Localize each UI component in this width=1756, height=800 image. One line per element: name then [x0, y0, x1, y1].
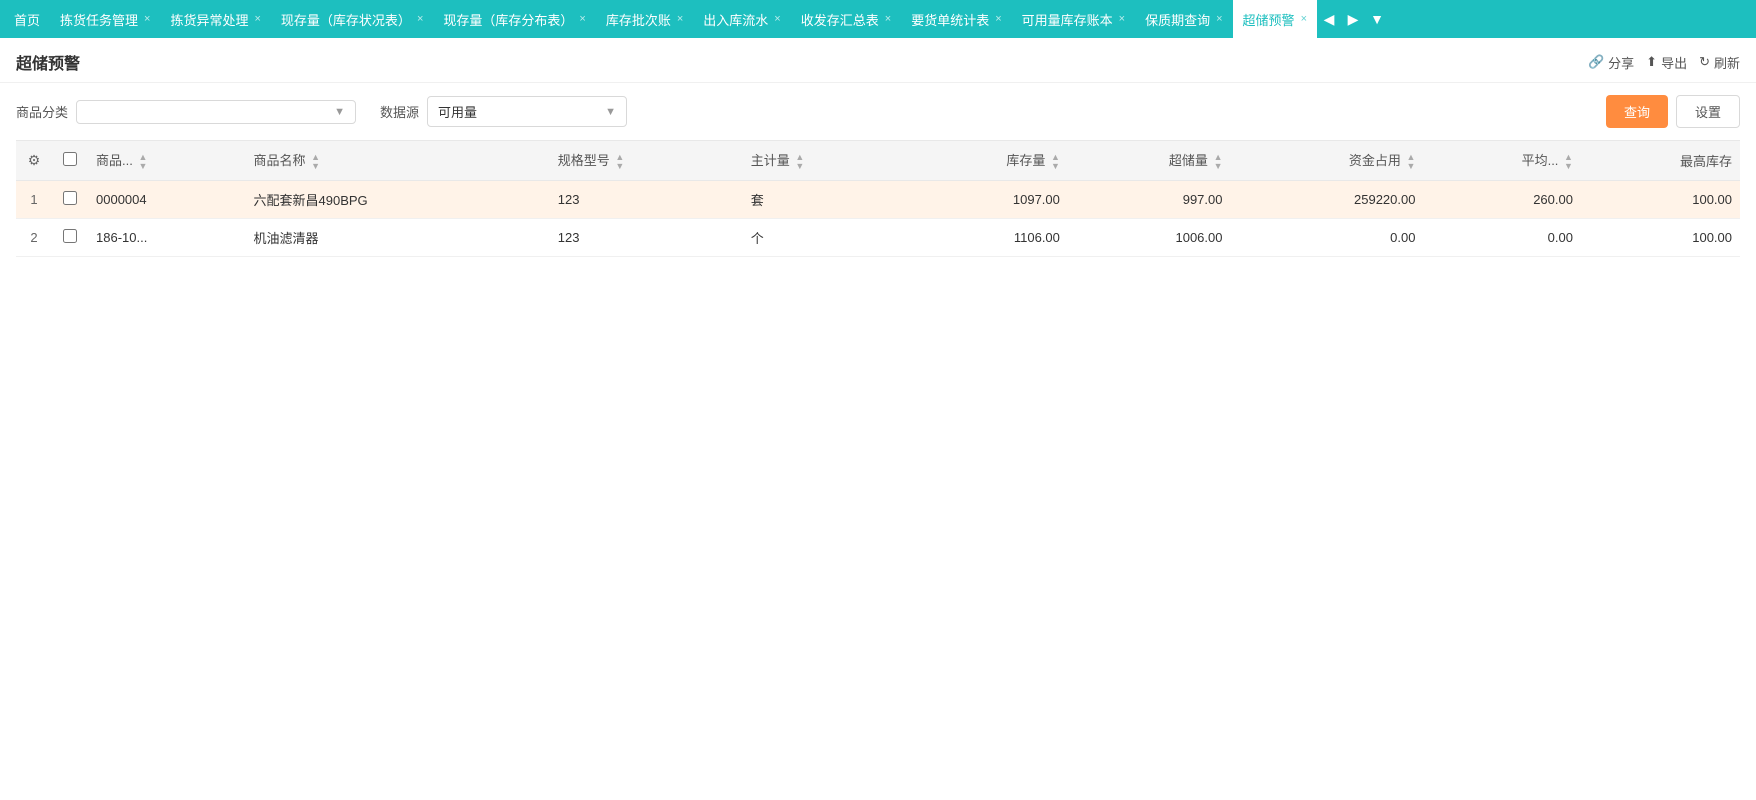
table-header-row: ⚙ 商品... ▲▼ 商品名称 ▲▼ 规格型号 ▲▼ 主计 [16, 141, 1740, 181]
page-header: 超储预警 🔗 分享 ⬆ 导出 ↻ 刷新 [0, 38, 1756, 83]
nav-tab-home[interactable]: 首页 [4, 0, 50, 38]
row-avg: 260.00 [1423, 180, 1581, 218]
th-code[interactable]: 商品... ▲▼ [88, 141, 246, 181]
nav-tab-batch[interactable]: 库存批次账 × [596, 0, 693, 38]
close-icon[interactable]: × [254, 13, 260, 25]
export-button[interactable]: ⬆ 导出 [1646, 53, 1687, 72]
close-icon[interactable]: × [1119, 13, 1125, 25]
nav-tab-task[interactable]: 拣货任务管理 × [50, 0, 160, 38]
table-row: 1 0000004 六配套新昌490BPG 123 套 1097.00 997.… [16, 180, 1740, 218]
settings-button[interactable]: 设置 [1676, 95, 1740, 128]
nav-tab-overstock[interactable]: 超储预警 × [1233, 0, 1317, 38]
th-stock[interactable]: 库存量 ▲▼ [905, 141, 1068, 181]
query-button[interactable]: 查询 [1606, 95, 1668, 128]
nav-tab-order-stats[interactable]: 要货单统计表 × [901, 0, 1011, 38]
row-spec: 123 [550, 180, 743, 218]
nav-tab-available-stock[interactable]: 可用量库存账本 × [1012, 0, 1135, 38]
share-icon: 🔗 [1588, 54, 1604, 70]
sort-arrows-icon: ▲▼ [138, 153, 147, 171]
product-category-label: 商品分类 [16, 102, 68, 121]
close-icon[interactable]: × [885, 13, 891, 25]
filter-bar: 商品分类 ▼ 数据源 可用量 ▼ 查询 设置 [0, 83, 1756, 140]
row-checkbox[interactable] [63, 191, 77, 205]
overstock-table: ⚙ 商品... ▲▼ 商品名称 ▲▼ 规格型号 ▲▼ 主计 [16, 140, 1740, 257]
page-title: 超储预警 [16, 50, 80, 74]
row-max-stock: 100.00 [1581, 180, 1740, 218]
nav-tab-inout[interactable]: 出入库流水 × [693, 0, 790, 38]
row-max-stock: 100.00 [1581, 218, 1740, 256]
sort-arrows-icon: ▲▼ [1051, 153, 1060, 171]
row-code: 0000004 [88, 180, 246, 218]
row-num: 1 [16, 180, 52, 218]
th-capital[interactable]: 资金占用 ▲▼ [1230, 141, 1423, 181]
sort-arrows-icon: ▲▼ [1564, 153, 1573, 171]
data-source-label: 数据源 [380, 102, 419, 121]
chevron-down-icon: ▼ [605, 106, 616, 118]
nav-tab-abnormal[interactable]: 拣货异常处理 × [160, 0, 270, 38]
top-navigation: 首页 拣货任务管理 × 拣货异常处理 × 现存量（库存状况表） × 现存量（库存… [0, 0, 1756, 38]
share-button[interactable]: 🔗 分享 [1588, 53, 1634, 72]
sort-arrows-icon: ▲▼ [311, 153, 320, 171]
row-capital: 0.00 [1230, 218, 1423, 256]
th-spec[interactable]: 规格型号 ▲▼ [550, 141, 743, 181]
row-spec: 123 [550, 218, 743, 256]
th-unit[interactable]: 主计量 ▲▼ [743, 141, 906, 181]
th-overstock[interactable]: 超储量 ▲▼ [1068, 141, 1231, 181]
select-all-checkbox[interactable] [63, 152, 77, 166]
close-icon[interactable]: × [417, 13, 423, 25]
export-icon: ⬆ [1646, 54, 1657, 70]
filter-buttons: 查询 设置 [1606, 95, 1740, 128]
nav-tab-expiry[interactable]: 保质期查询 × [1135, 0, 1232, 38]
header-actions: 🔗 分享 ⬆ 导出 ↻ 刷新 [1588, 53, 1740, 72]
row-checkbox-cell[interactable] [52, 218, 88, 256]
close-icon[interactable]: × [1301, 13, 1307, 25]
settings-icon[interactable]: ⚙ [28, 152, 41, 168]
th-checkbox[interactable] [52, 141, 88, 181]
sort-arrows-icon: ▲▼ [795, 153, 804, 171]
chevron-down-icon: ▼ [334, 106, 345, 118]
close-icon[interactable]: × [144, 13, 150, 25]
sort-arrows-icon: ▲▼ [1407, 153, 1416, 171]
close-icon[interactable]: × [1216, 13, 1222, 25]
row-name: 机油滤清器 [246, 218, 550, 256]
nav-tab-stock-status[interactable]: 现存量（库存状况表） × [271, 0, 433, 38]
sort-arrows-icon: ▲▼ [1214, 153, 1223, 171]
row-avg: 0.00 [1423, 218, 1581, 256]
row-unit: 个 [743, 218, 906, 256]
th-name[interactable]: 商品名称 ▲▼ [246, 141, 550, 181]
close-icon[interactable]: × [579, 13, 585, 25]
row-unit: 套 [743, 180, 906, 218]
product-category-filter: 商品分类 ▼ [16, 100, 356, 124]
nav-next-button[interactable]: ▶ [1341, 0, 1365, 38]
row-checkbox[interactable] [63, 229, 77, 243]
table-row: 2 186-10... 机油滤清器 123 个 1106.00 1006.00 … [16, 218, 1740, 256]
refresh-icon: ↻ [1699, 54, 1710, 70]
row-num: 2 [16, 218, 52, 256]
th-gear[interactable]: ⚙ [16, 141, 52, 181]
row-stock: 1106.00 [905, 218, 1068, 256]
row-checkbox-cell[interactable] [52, 180, 88, 218]
nav-menu-button[interactable]: ▼ [1365, 0, 1389, 38]
nav-tab-summary[interactable]: 收发存汇总表 × [791, 0, 901, 38]
data-source-select[interactable]: 可用量 ▼ [427, 96, 627, 127]
th-max-stock[interactable]: 最高库存 [1581, 141, 1740, 181]
row-capital: 259220.00 [1230, 180, 1423, 218]
sort-arrows-icon: ▲▼ [615, 153, 624, 171]
product-category-select[interactable]: ▼ [76, 100, 356, 124]
row-overstock: 1006.00 [1068, 218, 1231, 256]
row-code: 186-10... [88, 218, 246, 256]
th-avg[interactable]: 平均... ▲▼ [1423, 141, 1581, 181]
refresh-button[interactable]: ↻ 刷新 [1699, 53, 1740, 72]
close-icon[interactable]: × [995, 13, 1001, 25]
nav-prev-button[interactable]: ◀ [1317, 0, 1341, 38]
table-wrapper: ⚙ 商品... ▲▼ 商品名称 ▲▼ 规格型号 ▲▼ 主计 [0, 140, 1756, 257]
close-icon[interactable]: × [677, 13, 683, 25]
row-overstock: 997.00 [1068, 180, 1231, 218]
row-stock: 1097.00 [905, 180, 1068, 218]
close-icon[interactable]: × [774, 13, 780, 25]
nav-tab-stock-dist[interactable]: 现存量（库存分布表） × [433, 0, 595, 38]
row-name: 六配套新昌490BPG [246, 180, 550, 218]
data-source-filter: 数据源 可用量 ▼ [380, 96, 627, 127]
